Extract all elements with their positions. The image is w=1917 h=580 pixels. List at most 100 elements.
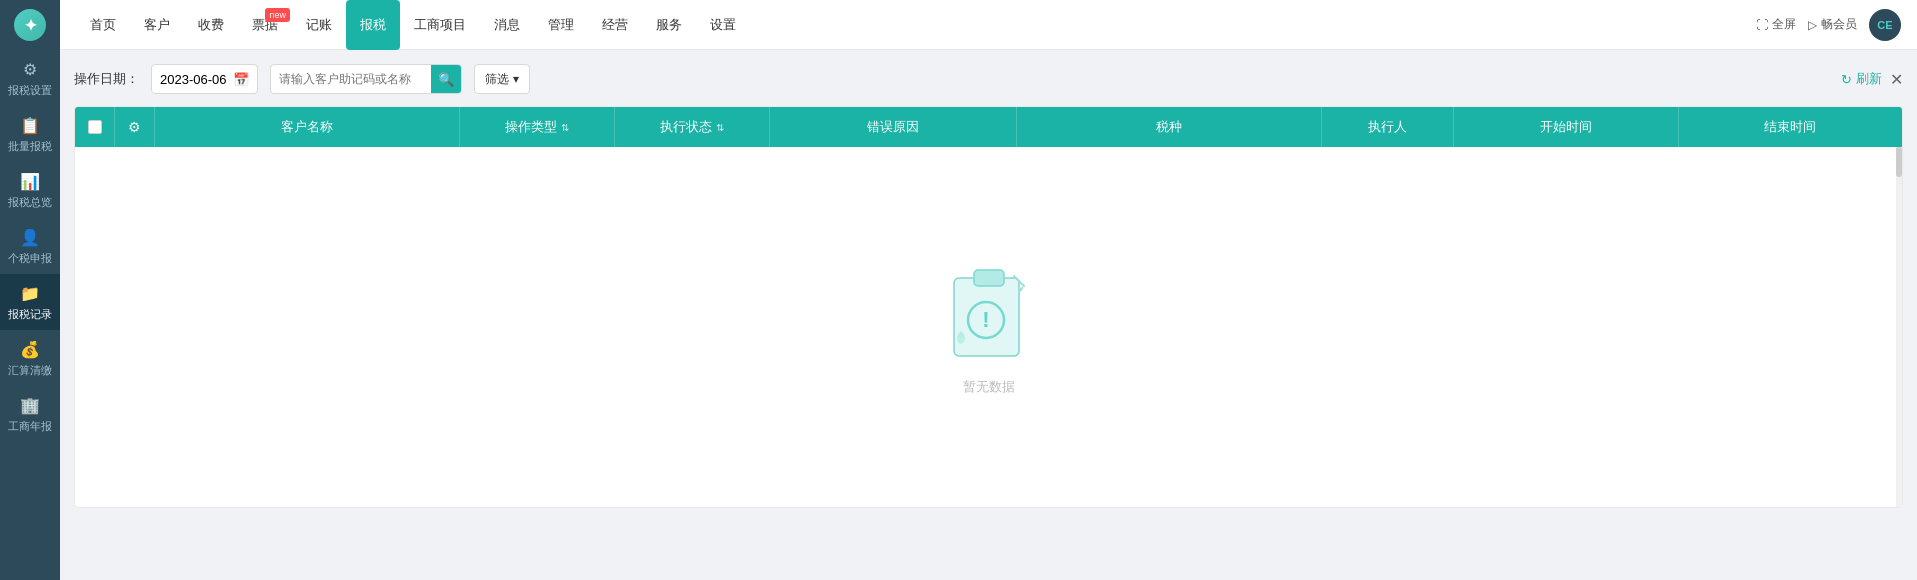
table-header: ⚙ 客户名称 操作类型 ⇅ 执行状态 ⇅ 错误原因 xyxy=(75,107,1902,147)
svg-text:!: ! xyxy=(982,307,989,332)
date-label: 操作日期： xyxy=(74,70,139,88)
nav-label: 经营 xyxy=(602,16,628,34)
sidebar-item-tax-overview[interactable]: 📊 报税总览 xyxy=(0,162,60,218)
sidebar-item-personal-tax[interactable]: 👤 个税申报 xyxy=(0,218,60,274)
toolbar: 操作日期： 2023-06-06 📅 🔍 筛选 ▾ ↻ xyxy=(74,64,1903,94)
main-area: 首页客户 收费票据new 记账 报税 工商项目 消息 管理 经营 服务 设置 ⛶ 全屏 ▷ 畅会员… xyxy=(60,0,1917,580)
nav-label: 消息 xyxy=(494,16,520,34)
content-area: 操作日期： 2023-06-06 📅 🔍 筛选 ▾ ↻ xyxy=(60,50,1917,580)
scroll-track[interactable] xyxy=(1896,147,1902,507)
data-table: ⚙ 客户名称 操作类型 ⇅ 执行状态 ⇅ 错误原因 xyxy=(74,106,1903,508)
sort-icon-status: ⇅ xyxy=(716,122,724,133)
th-executor: 执行人 xyxy=(1322,107,1454,147)
logo-icon: ✦ xyxy=(14,9,46,41)
th-start-time: 开始时间 xyxy=(1454,107,1678,147)
th-exec-status[interactable]: 执行状态 ⇅ xyxy=(615,107,770,147)
search-input[interactable] xyxy=(271,68,431,90)
sidebar-item-label: 报税设置 xyxy=(8,83,52,98)
annual-report-icon: 🏢 xyxy=(19,394,41,416)
nav-badge: new xyxy=(265,8,290,23)
empty-text: 暂无数据 xyxy=(963,378,1015,396)
th-op-type[interactable]: 操作类型 ⇅ xyxy=(460,107,615,147)
table-body: ! 暂无数据 xyxy=(75,147,1902,507)
nav-item-business[interactable]: 工商项目 xyxy=(400,0,480,50)
tax-record-icon: 📁 xyxy=(19,282,41,304)
refresh-button[interactable]: ↻ 刷新 xyxy=(1841,70,1882,88)
sidebar-item-tax-settings[interactable]: ⚙ 报税设置 xyxy=(0,50,60,106)
member-label: 畅会员 xyxy=(1821,16,1857,33)
personal-tax-icon: 👤 xyxy=(19,226,41,248)
nav-item-services[interactable]: 服务 xyxy=(642,0,696,50)
sidebar-item-settlement[interactable]: 💰 汇算清缴 xyxy=(0,330,60,386)
batch-tax-icon: 📋 xyxy=(19,114,41,136)
nav-item-management[interactable]: 管理 xyxy=(534,0,588,50)
th-error-reason: 错误原因 xyxy=(770,107,1017,147)
nav-label: 服务 xyxy=(656,16,682,34)
nav-item-messages[interactable]: 消息 xyxy=(480,0,534,50)
chevron-down-icon: ▾ xyxy=(513,72,519,86)
th-checkbox[interactable] xyxy=(75,107,115,147)
nav-label: 客户 xyxy=(144,16,170,34)
page-content: 操作日期： 2023-06-06 📅 🔍 筛选 ▾ ↻ xyxy=(60,50,1917,580)
nav-label: 管理 xyxy=(548,16,574,34)
sidebar: ✦ ⚙ 报税设置 📋 批量报税 📊 报税总览 👤 个税申报 📁 报税记录 💰 汇… xyxy=(0,0,60,580)
fullscreen-button[interactable]: ⛶ 全屏 xyxy=(1756,16,1796,33)
fullscreen-label: 全屏 xyxy=(1772,16,1796,33)
fullscreen-icon: ⛶ xyxy=(1756,18,1768,32)
nav-label: 收费 xyxy=(198,16,224,34)
sidebar-item-label: 个税申报 xyxy=(8,251,52,266)
tax-settings-icon: ⚙ xyxy=(19,58,41,80)
empty-state: ! 暂无数据 xyxy=(939,258,1039,396)
date-value: 2023-06-06 xyxy=(160,72,227,87)
search-button[interactable]: 🔍 xyxy=(431,64,461,94)
nav-item-tax[interactable]: 报税 xyxy=(346,0,400,50)
toolbar-right: ↻ 刷新 ✕ xyxy=(1841,70,1903,89)
nav-item-invoice[interactable]: 票据new xyxy=(238,0,292,50)
date-picker[interactable]: 2023-06-06 📅 xyxy=(151,64,258,94)
nav-label: 记账 xyxy=(306,16,332,34)
th-gear[interactable]: ⚙ xyxy=(115,107,155,147)
topnav-right: ⛶ 全屏 ▷ 畅会员 CE xyxy=(1756,9,1901,41)
sidebar-item-label: 批量报税 xyxy=(8,139,52,154)
nav-label: 设置 xyxy=(710,16,736,34)
user-initials: CE xyxy=(1877,19,1892,31)
video-icon: ▷ xyxy=(1808,18,1817,32)
th-tax-type: 税种 xyxy=(1017,107,1322,147)
sidebar-logo: ✦ xyxy=(0,0,60,50)
th-end-time: 结束时间 xyxy=(1679,107,1902,147)
th-client-name: 客户名称 xyxy=(155,107,460,147)
nav-item-home[interactable]: 首页 xyxy=(76,0,130,50)
refresh-label: 刷新 xyxy=(1856,70,1882,88)
filter-button[interactable]: 筛选 ▾ xyxy=(474,64,530,94)
nav-item-accounting[interactable]: 记账 xyxy=(292,0,346,50)
close-button[interactable]: ✕ xyxy=(1890,70,1903,89)
sidebar-item-label: 汇算清缴 xyxy=(8,363,52,378)
close-icon: ✕ xyxy=(1890,71,1903,88)
sidebar-item-tax-record[interactable]: 📁 报税记录 xyxy=(0,274,60,330)
settings-icon: ⚙ xyxy=(128,119,141,135)
select-all-checkbox[interactable] xyxy=(88,120,102,134)
scroll-thumb[interactable] xyxy=(1896,147,1902,177)
tax-overview-icon: 📊 xyxy=(19,170,41,192)
nav-label: 报税 xyxy=(360,16,386,34)
nav-item-settings[interactable]: 设置 xyxy=(696,0,750,50)
sidebar-item-label: 报税记录 xyxy=(8,307,52,322)
svg-rect-1 xyxy=(974,270,1004,286)
sidebar-item-batch-tax[interactable]: 📋 批量报税 xyxy=(0,106,60,162)
nav-item-clients[interactable]: 客户 xyxy=(130,0,184,50)
sidebar-item-annual-report[interactable]: 🏢 工商年报 xyxy=(0,386,60,442)
nav-label: 工商项目 xyxy=(414,16,466,34)
nav-item-billing[interactable]: 收费 xyxy=(184,0,238,50)
calendar-icon: 📅 xyxy=(233,72,249,87)
empty-clipboard-icon: ! xyxy=(939,258,1039,368)
member-button[interactable]: ▷ 畅会员 xyxy=(1808,16,1857,33)
refresh-icon: ↻ xyxy=(1841,72,1852,87)
nav-item-operations[interactable]: 经营 xyxy=(588,0,642,50)
user-avatar[interactable]: CE xyxy=(1869,9,1901,41)
filter-label: 筛选 xyxy=(485,71,509,88)
search-box: 🔍 xyxy=(270,64,462,94)
top-navigation: 首页客户 收费票据new 记账 报税 工商项目 消息 管理 经营 服务 设置 ⛶ 全屏 ▷ 畅会员… xyxy=(60,0,1917,50)
search-icon: 🔍 xyxy=(438,72,454,87)
sort-icon: ⇅ xyxy=(561,122,569,133)
settlement-icon: 💰 xyxy=(19,338,41,360)
